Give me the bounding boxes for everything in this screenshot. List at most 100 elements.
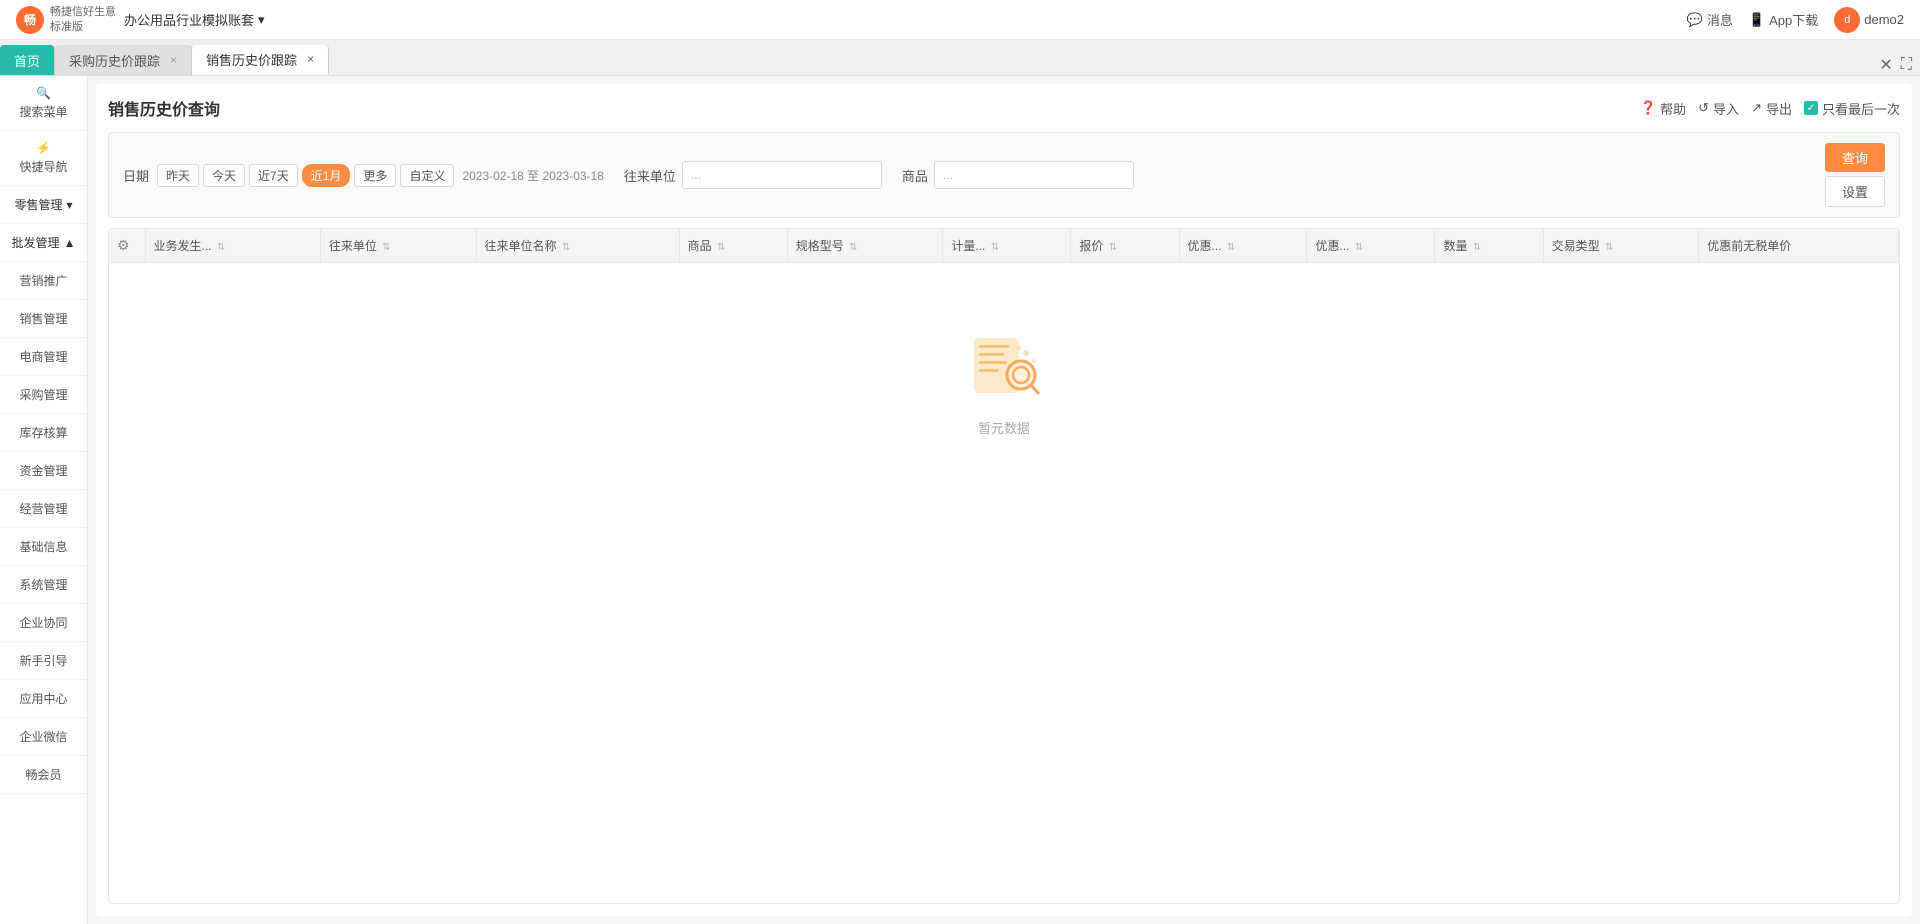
col-quote: 报价 ⇅ — [1071, 229, 1179, 263]
tab-purchase-history[interactable]: 采购历史价跟踪 × — [55, 45, 192, 75]
col-trade-type: 交易类型 ⇅ — [1543, 229, 1699, 263]
col-pre-tax-price-label: 优惠前无税单价 — [1707, 239, 1791, 253]
sort-arrows-7[interactable]: ⇅ — [1109, 242, 1117, 253]
import-button[interactable]: ↺ 导入 — [1698, 99, 1739, 118]
only-last-checkbox-label: ✓ 只看最后一次 — [1804, 99, 1900, 118]
col-discount2: 优惠... ⇅ — [1307, 229, 1435, 263]
sidebar-item-vip[interactable]: 畅会员 — [0, 756, 87, 794]
main-layout: 🔍 搜索菜单 ⚡ 快捷导航 零售管理 ▾ 批发管理 ▲ 营销推广 销售管理 电商… — [0, 76, 1920, 924]
date-btn-more[interactable]: 更多 — [354, 164, 396, 187]
message-icon: 💬 — [1687, 12, 1703, 28]
col-goods-label: 商品 — [688, 239, 712, 253]
col-unit-label: 计量... — [951, 239, 985, 253]
sidebar-item-new-guide[interactable]: 新手引导 — [0, 642, 87, 680]
help-button[interactable]: ❓ 帮助 — [1640, 99, 1686, 118]
tab-bar: 首页 采购历史价跟踪 × 销售历史价跟踪 × ✕ ⛶ — [0, 40, 1920, 76]
sidebar-item-operations[interactable]: 经营管理 — [0, 490, 87, 528]
partner-label: 往来单位 — [624, 166, 676, 185]
sort-arrows-11[interactable]: ⇅ — [1605, 242, 1613, 253]
help-icon: ❓ — [1640, 100, 1656, 116]
setting-button[interactable]: 设置 — [1825, 176, 1885, 207]
title-actions: ❓ 帮助 ↺ 导入 ↗ 导出 ✓ 只看最后一 — [1640, 99, 1900, 118]
sort-arrows-6[interactable]: ⇅ — [991, 242, 999, 253]
sort-arrows-3[interactable]: ⇅ — [562, 242, 570, 253]
sidebar-item-retail-mgmt[interactable]: 零售管理 ▾ — [0, 186, 87, 224]
sort-arrows-9[interactable]: ⇅ — [1355, 242, 1363, 253]
col-trade-type-label: 交易类型 — [1552, 239, 1600, 253]
tab-sales-close-icon[interactable]: × — [307, 52, 314, 66]
sort-arrows-5[interactable]: ⇅ — [849, 242, 857, 253]
sort-arrows-8[interactable]: ⇅ — [1227, 242, 1235, 253]
sidebar-item-marketing[interactable]: 营销推广 — [0, 262, 87, 300]
date-btn-7days[interactable]: 近7天 — [249, 164, 298, 187]
nav-icon: ⚡ — [36, 141, 51, 155]
sidebar-item-app-center[interactable]: 应用中心 — [0, 680, 87, 718]
sort-arrows[interactable]: ⇅ — [217, 242, 225, 253]
goods-input[interactable] — [934, 161, 1134, 189]
sidebar-item-sales-mgmt[interactable]: 销售管理 — [0, 300, 87, 338]
tab-close-all-button[interactable]: ✕ — [1879, 55, 1892, 75]
col-partner-name-label: 往来单位名称 — [485, 239, 557, 253]
top-bar-left: 畅 畅捷信好生意 标准版 办公用品行业模拟账套 ▾ — [16, 5, 265, 34]
empty-state: 暂元数据 — [109, 263, 1899, 497]
tab-home[interactable]: 首页 — [0, 45, 55, 75]
chevron-up-icon: ▲ — [64, 236, 76, 250]
tab-fullscreen-button[interactable]: ⛶ — [1901, 56, 1912, 74]
empty-icon — [964, 323, 1044, 406]
sidebar-item-basic-info[interactable]: 基础信息 — [0, 528, 87, 566]
col-pre-tax-price: 优惠前无税单价 — [1699, 229, 1899, 263]
message-button[interactable]: 💬 消息 — [1687, 10, 1733, 29]
app-download-button[interactable]: 📱 App下载 — [1749, 10, 1818, 29]
sidebar-item-purchase[interactable]: 采购管理 — [0, 376, 87, 414]
table-container: ⚙ 业务发生... ⇅ 往来单位 ⇅ 往来单位名称 — [108, 228, 1900, 904]
partner-input[interactable] — [682, 161, 882, 189]
logo-text: 畅捷信好生意 标准版 — [50, 5, 116, 34]
goods-filter-group: 商品 — [902, 161, 1134, 189]
sidebar-item-ecommerce[interactable]: 电商管理 — [0, 338, 87, 376]
col-discount1: 优惠... ⇅ — [1179, 229, 1307, 263]
gear-icon: ⚙ — [117, 237, 130, 253]
top-bar-right: 💬 消息 📱 App下载 d demo2 — [1687, 7, 1904, 33]
only-last-checkbox[interactable]: ✓ — [1804, 101, 1818, 115]
col-partner-code: 往来单位 ⇅ — [320, 229, 476, 263]
col-settings[interactable]: ⚙ — [109, 229, 145, 263]
col-biz-date-label: 业务发生... — [154, 239, 212, 253]
col-partner-code-label: 往来单位 — [329, 239, 377, 253]
filter-main: 日期 昨天 今天 近7天 近1月 更多 自定义 2023-02-18 至 202… — [123, 161, 1809, 189]
sidebar-item-quick-nav[interactable]: ⚡ 快捷导航 — [0, 131, 87, 186]
export-icon: ↗ — [1751, 100, 1762, 116]
sort-arrows-4[interactable]: ⇅ — [717, 242, 725, 253]
sort-arrows-10[interactable]: ⇅ — [1473, 242, 1481, 253]
top-bar: 畅 畅捷信好生意 标准版 办公用品行业模拟账套 ▾ 💬 消息 📱 App下载 d… — [0, 0, 1920, 40]
col-spec: 规格型号 ⇅ — [787, 229, 943, 263]
sidebar-item-corp-agreement[interactable]: 企业协同 — [0, 604, 87, 642]
col-discount2-label: 优惠... — [1315, 239, 1349, 253]
date-btn-yesterday[interactable]: 昨天 — [157, 164, 199, 187]
col-spec-label: 规格型号 — [796, 239, 844, 253]
sidebar-item-inventory[interactable]: 库存核算 — [0, 414, 87, 452]
col-qty: 数量 ⇅ — [1435, 229, 1543, 263]
sidebar-item-corp-wechat[interactable]: 企业微信 — [0, 718, 87, 756]
sidebar-item-wholesale-mgmt[interactable]: 批发管理 ▲ — [0, 224, 87, 262]
page-container: 销售历史价查询 ❓ 帮助 ↺ 导入 ↗ 导出 — [96, 84, 1912, 916]
export-button[interactable]: ↗ 导出 — [1751, 99, 1792, 118]
tab-sales-history[interactable]: 销售历史价跟踪 × — [192, 45, 329, 75]
sidebar-item-search-menu[interactable]: 🔍 搜索菜单 — [0, 76, 87, 131]
sidebar-item-sys-settings[interactable]: 系统管理 — [0, 566, 87, 604]
goods-label: 商品 — [902, 166, 928, 185]
filter-action-buttons: 查询 设置 — [1825, 143, 1885, 207]
date-btn-today[interactable]: 今天 — [203, 164, 245, 187]
date-btn-1month[interactable]: 近1月 — [302, 164, 351, 187]
user-menu[interactable]: d demo2 — [1834, 7, 1904, 33]
tab-purchase-close-icon[interactable]: × — [170, 53, 177, 67]
query-button[interactable]: 查询 — [1825, 143, 1885, 172]
date-btn-custom[interactable]: 自定义 — [400, 164, 454, 187]
chevron-down-icon: ▾ — [258, 12, 265, 28]
sidebar-item-finance[interactable]: 资金管理 — [0, 452, 87, 490]
tab-bar-right: ✕ ⛶ — [1879, 55, 1920, 75]
partner-filter-group: 往来单位 — [624, 161, 882, 189]
app-selector[interactable]: 办公用品行业模拟账套 ▾ — [124, 10, 265, 29]
col-qty-label: 数量 — [1443, 239, 1467, 253]
sort-arrows-2[interactable]: ⇅ — [382, 242, 390, 253]
logo-area: 畅 畅捷信好生意 标准版 — [16, 5, 116, 34]
